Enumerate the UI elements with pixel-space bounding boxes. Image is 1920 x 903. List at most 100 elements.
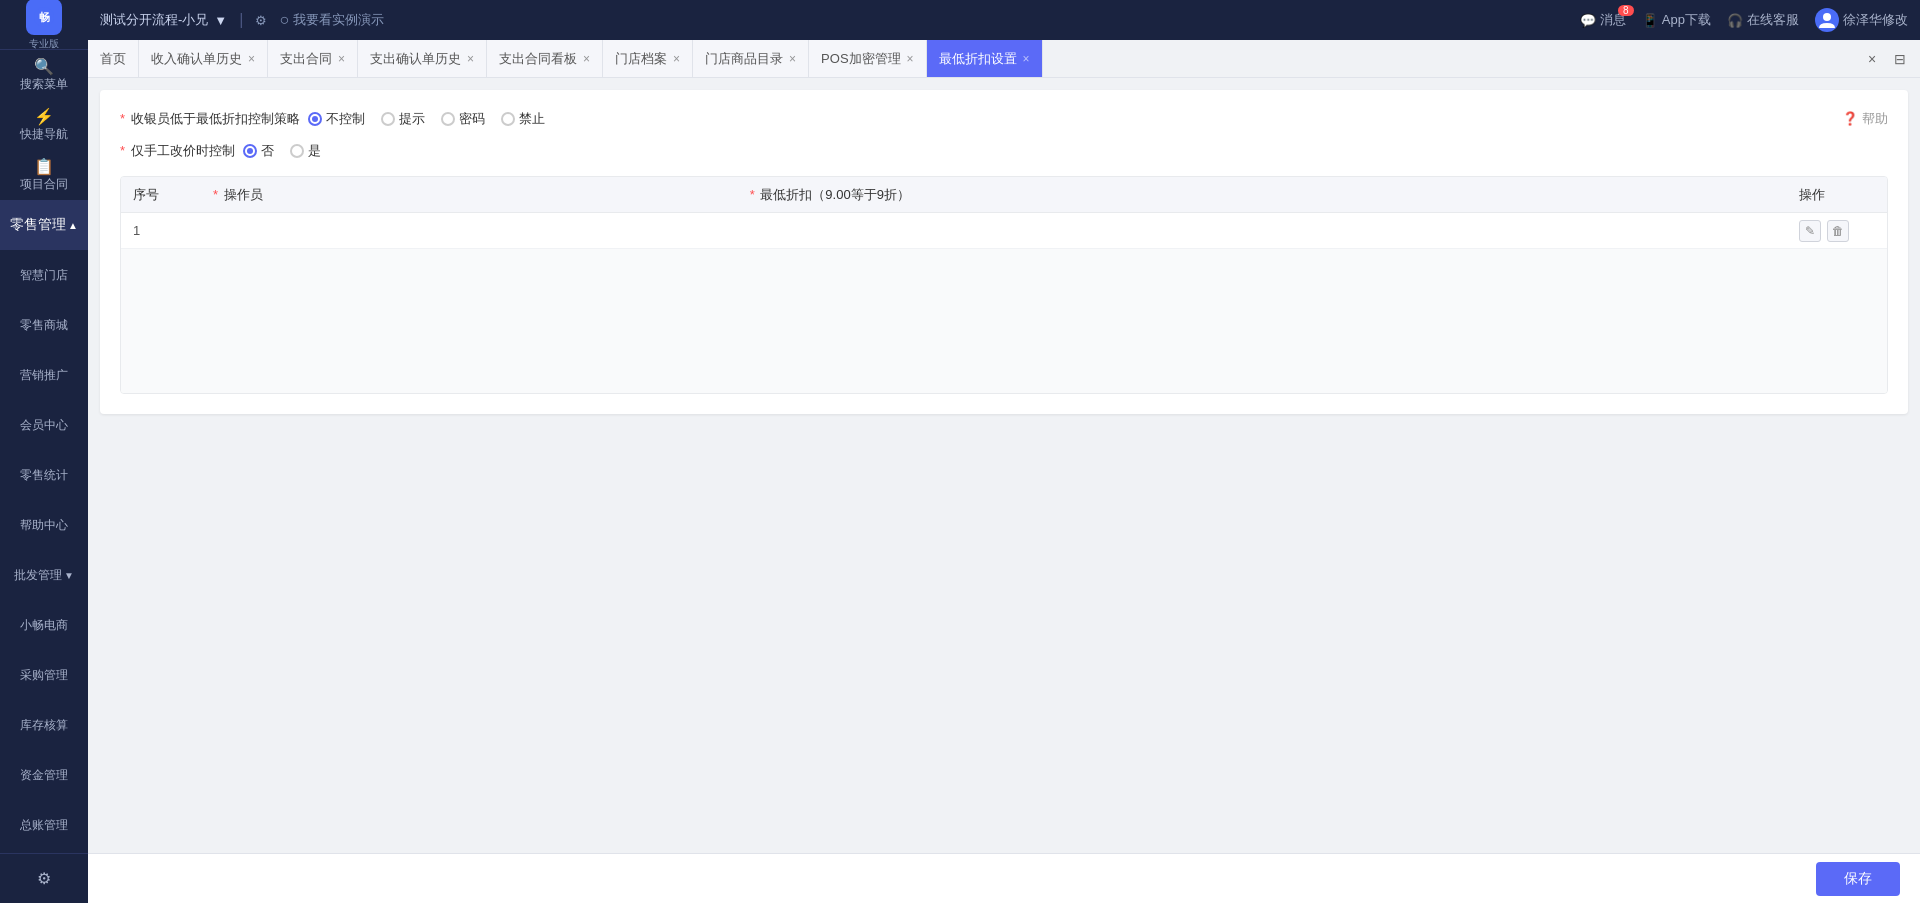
policy-option-password[interactable]: 密码 (441, 110, 485, 128)
sidebar-item-label-member: 会员中心 (20, 417, 68, 434)
sidebar-logo: 畅 专业版 (0, 0, 88, 50)
sidebar-item-label-contract: 项目合同 (20, 176, 68, 193)
tab-income-history-close[interactable]: × (248, 52, 255, 66)
demo-text: 我要看实例演示 (293, 11, 384, 29)
sidebar-item-marketing[interactable]: 营销推广 (0, 350, 88, 400)
tab-more-btn[interactable]: ⊟ (1888, 47, 1912, 71)
user-name: 徐泽华修改 (1843, 11, 1908, 29)
topbar-demo[interactable]: ○ 我要看实例演示 (279, 11, 384, 29)
policy-radio-group: 不控制 提示 密码 禁止 (308, 110, 545, 128)
tab-store-catalog-label: 门店商品目录 (705, 50, 783, 68)
sidebar-item-label-retailmall: 零售商城 (20, 317, 68, 334)
tab-expense-contract-label: 支出合同 (280, 50, 332, 68)
sidebar-item-finance[interactable]: 资金管理 (0, 750, 88, 800)
messages-badge: 8 (1618, 5, 1634, 16)
sidebar-item-ledger[interactable]: 总账管理 (0, 800, 88, 850)
tab-income-history-label: 收入确认单历史 (151, 50, 242, 68)
policy-option-label-password: 密码 (459, 110, 485, 128)
tab-expense-board-label: 支出合同看板 (499, 50, 577, 68)
tab-min-discount-label: 最低折扣设置 (939, 50, 1017, 68)
tab-income-history[interactable]: 收入确认单历史 × (139, 40, 268, 78)
tab-store-catalog-close[interactable]: × (789, 52, 796, 66)
manual-radio-group: 否 是 (243, 142, 321, 160)
sidebar-item-contract[interactable]: 📋 项目合同 (0, 150, 88, 200)
tab-store-file[interactable]: 门店档案 × (603, 40, 693, 78)
sidebar-item-search[interactable]: 🔍 搜索菜单 (0, 50, 88, 100)
sidebar-item-label-retailstats: 零售统计 (20, 467, 68, 484)
table-header: 序号 * 操作员 * 最低折扣（9.00等于9折） 操作 (121, 177, 1887, 213)
sidebar-item-help[interactable]: 帮助中心 (0, 500, 88, 550)
sidebar-footer-settings[interactable]: ⚙ (0, 853, 88, 903)
user-menu[interactable]: 徐泽华修改 (1815, 8, 1908, 32)
policy-option-label-forbidden: 禁止 (519, 110, 545, 128)
sidebar-item-retail[interactable]: 零售管理 ▲ (0, 200, 88, 250)
tab-expense-history-close[interactable]: × (467, 52, 474, 66)
sidebar-item-inventory[interactable]: 库存核算 (0, 700, 88, 750)
tab-expense-board[interactable]: 支出合同看板 × (487, 40, 603, 78)
sidebar-item-member[interactable]: 会员中心 (0, 400, 88, 450)
save-button[interactable]: 保存 (1816, 862, 1900, 896)
tab-pos-encrypt[interactable]: POS加密管理 × (809, 40, 926, 78)
download-icon: 📱 (1642, 13, 1658, 28)
messages-btn[interactable]: 💬 消息 8 (1580, 11, 1626, 29)
tab-min-discount[interactable]: 最低折扣设置 × (927, 40, 1043, 78)
tab-expense-history[interactable]: 支出确认单历史 × (358, 40, 487, 78)
sidebar-item-quicknav[interactable]: ⚡ 快捷导航 (0, 100, 88, 150)
sidebar-item-retailstats[interactable]: 零售统计 (0, 450, 88, 500)
topbar-settings[interactable]: ⚙ (255, 13, 267, 28)
manual-option-yes[interactable]: 是 (290, 142, 321, 160)
policy-option-forbidden[interactable]: 禁止 (501, 110, 545, 128)
delete-row-btn[interactable]: 🗑 (1827, 220, 1849, 242)
table-row: 1 ✎ 🗑 (121, 213, 1887, 249)
discount-table: 序号 * 操作员 * 最低折扣（9.00等于9折） 操作 (120, 176, 1888, 394)
tab-close-btn[interactable]: × (1860, 47, 1884, 71)
app-logo: 畅 (26, 0, 62, 35)
sidebar-item-smartstore[interactable]: 智慧门店 (0, 250, 88, 300)
customer-service-btn[interactable]: 🎧 在线客服 (1727, 11, 1799, 29)
policy-radio-inner-no-control (312, 116, 318, 122)
policy-option-hint[interactable]: 提示 (381, 110, 425, 128)
tab-expense-contract[interactable]: 支出合同 × (268, 40, 358, 78)
tab-store-file-close[interactable]: × (673, 52, 680, 66)
manual-option-label-no: 否 (261, 142, 274, 160)
tab-expense-board-close[interactable]: × (583, 52, 590, 66)
tab-pos-encrypt-close[interactable]: × (907, 52, 914, 66)
policy-option-label-no-control: 不控制 (326, 110, 365, 128)
manual-radio-yes[interactable] (290, 144, 304, 158)
policy-radio-forbidden[interactable] (501, 112, 515, 126)
td-action-1: ✎ 🗑 (1787, 220, 1887, 242)
sidebar-item-wholesale[interactable]: 批发管理 ▼ (0, 550, 88, 600)
help-button[interactable]: ❓ 帮助 (1842, 110, 1888, 128)
app-download-btn[interactable]: 📱 App下载 (1642, 11, 1711, 29)
topbar-divider: | (239, 11, 243, 29)
tab-expense-contract-close[interactable]: × (338, 52, 345, 66)
sidebar-item-ecommerce[interactable]: 小畅电商 (0, 600, 88, 650)
topbar-right: 💬 消息 8 📱 App下载 🎧 在线客服 徐泽华修改 (1580, 8, 1908, 32)
sidebar-item-retailmall[interactable]: 零售商城 (0, 300, 88, 350)
manual-radio-no[interactable] (243, 144, 257, 158)
user-avatar (1815, 8, 1839, 32)
td-seq-1: 1 (121, 223, 201, 238)
sidebar-item-label-inventory: 库存核算 (20, 717, 68, 734)
tab-store-file-label: 门店档案 (615, 50, 667, 68)
edit-row-btn[interactable]: ✎ (1799, 220, 1821, 242)
content-area: ❓ 帮助 * 收银员低于最低折扣控制策略 不控制 提示 (88, 78, 1920, 853)
manual-option-no[interactable]: 否 (243, 142, 274, 160)
tabs-bar: 首页 收入确认单历史 × 支出合同 × 支出确认单历史 × 支出合同看板 × 门… (88, 40, 1920, 78)
demo-icon: ○ (279, 11, 289, 29)
sidebar-item-label-purchase: 采购管理 (20, 667, 68, 684)
tab-min-discount-close[interactable]: × (1023, 52, 1030, 66)
tab-home[interactable]: 首页 (88, 40, 139, 78)
tab-pos-encrypt-label: POS加密管理 (821, 50, 900, 68)
policy-radio-no-control[interactable] (308, 112, 322, 126)
manual-required-star: * (120, 143, 125, 158)
policy-radio-password[interactable] (441, 112, 455, 126)
sidebar-item-purchase[interactable]: 采购管理 (0, 650, 88, 700)
tab-expense-history-label: 支出确认单历史 (370, 50, 461, 68)
operator-required-star: * (213, 187, 218, 202)
policy-radio-hint[interactable] (381, 112, 395, 126)
topbar-project[interactable]: 测试分开流程-小兄 ▼ (100, 11, 227, 29)
sidebar-item-label-ledger: 总账管理 (20, 817, 68, 834)
policy-option-no-control[interactable]: 不控制 (308, 110, 365, 128)
tab-store-catalog[interactable]: 门店商品目录 × (693, 40, 809, 78)
